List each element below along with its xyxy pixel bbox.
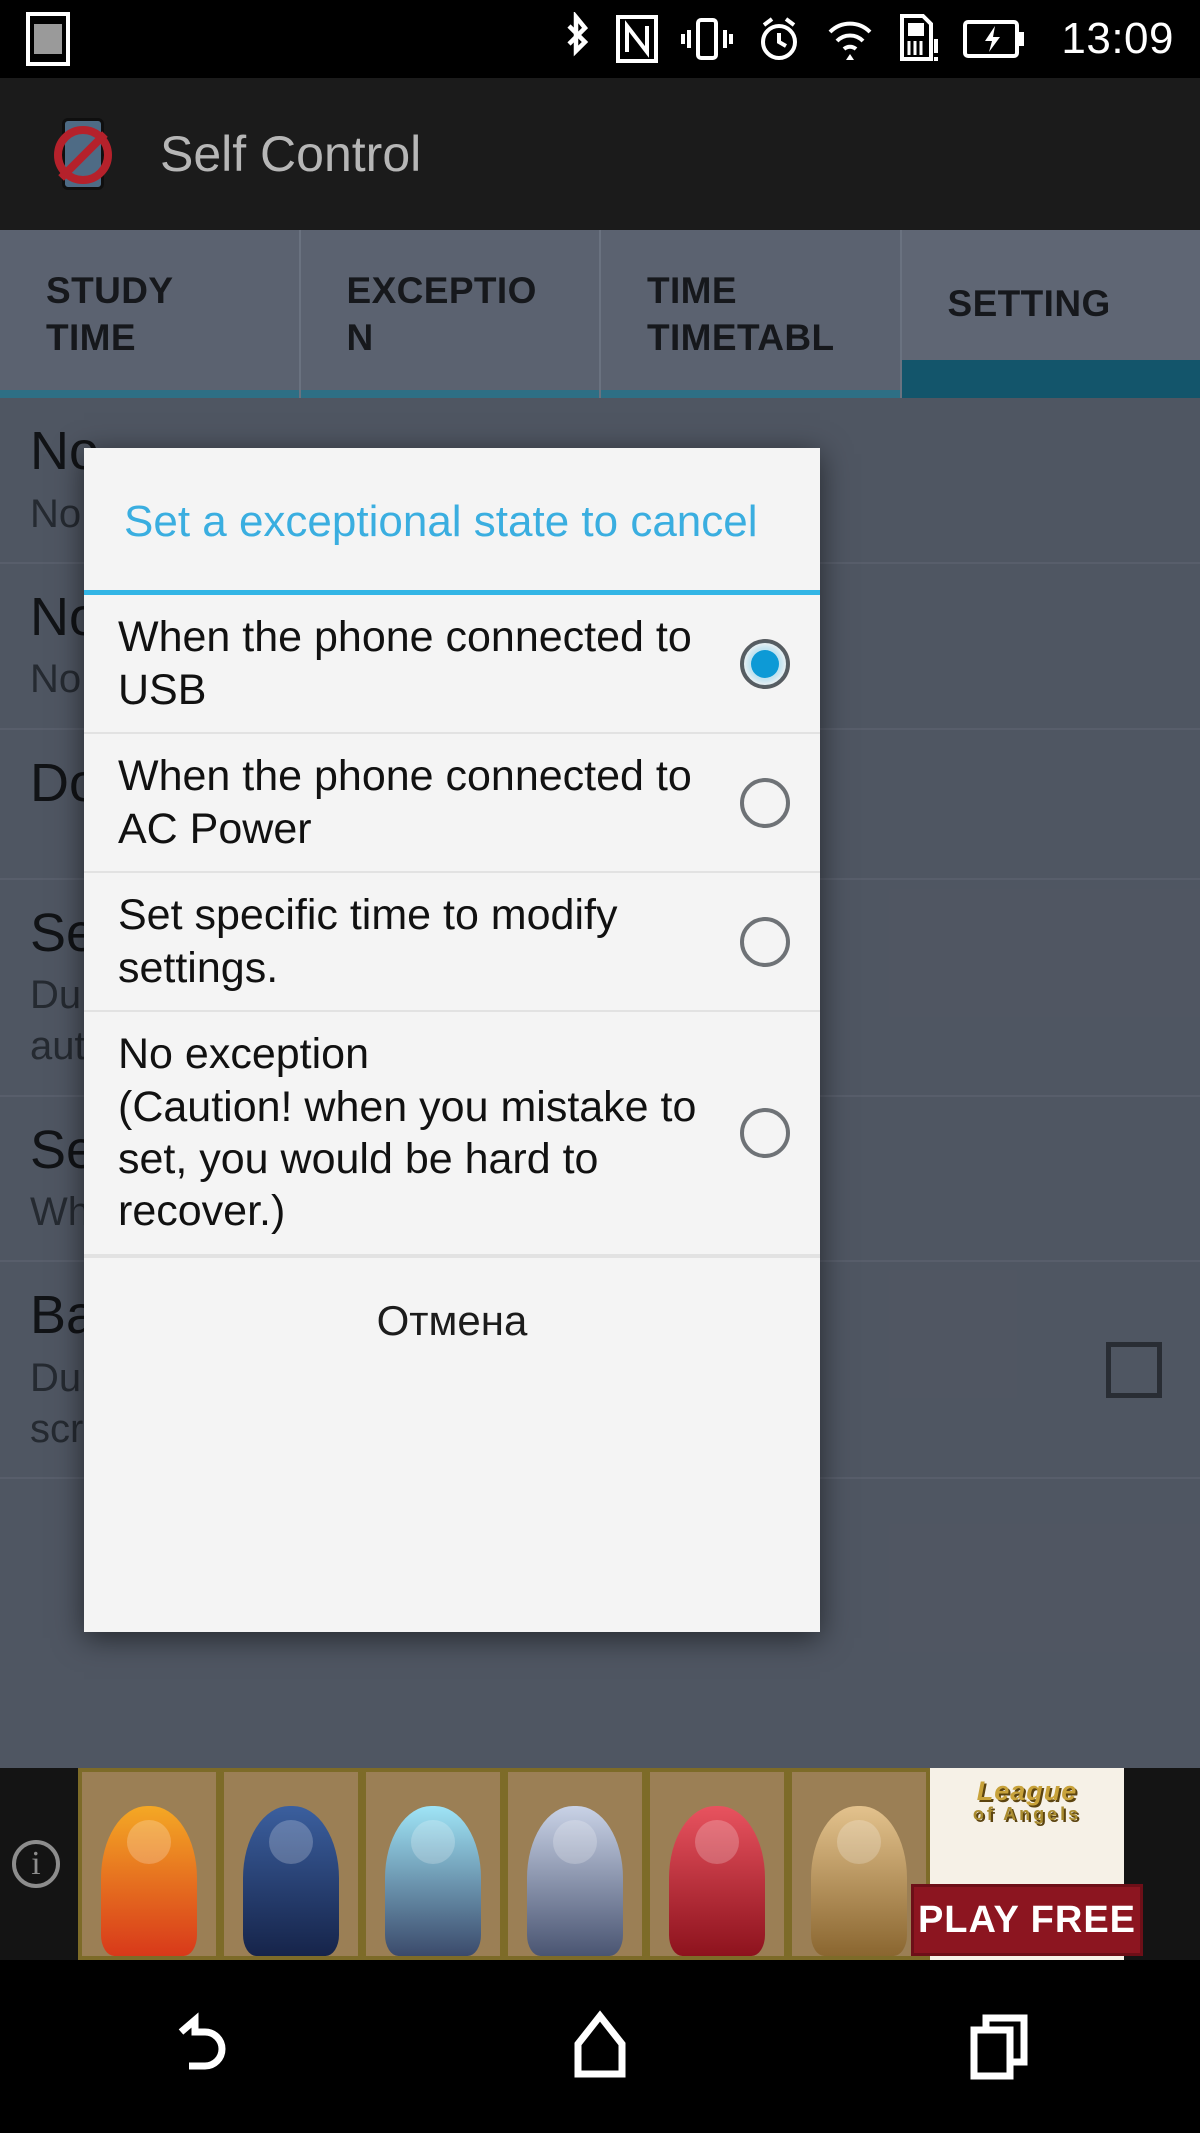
ad-content: League of Angels PLAY FREE [78,1768,1143,1960]
bluetooth-icon [559,12,593,66]
exception-state-dialog: Set a exceptional state to cancel When t… [84,448,820,1632]
radio-button-no-exception[interactable] [740,1108,790,1159]
tab-underline [0,390,299,398]
tab-time-timetable-label: TIME TIMETABL [647,269,835,358]
app-bar: Self Control [0,78,1200,230]
alarm-icon [755,14,803,64]
tab-exception[interactable]: EXCEPTIO N [300,230,601,398]
ad-hero-card [220,1768,362,1960]
tab-time-timetable[interactable]: TIME TIMETABL [601,230,902,398]
ad-brand-line2: of Angels [972,1804,1082,1824]
recents-button[interactable] [800,2010,1200,2084]
ad-banner[interactable]: i League of Angels PLAY FREE [0,1768,1200,1960]
radio-button-specific-time[interactable] [740,916,790,967]
tab-study-time[interactable]: STUDY TIME [0,230,301,398]
battery-charging-icon [963,17,1025,61]
dialog-option-specific-time[interactable]: Set specific time to modify settings. [84,873,820,1013]
dialog-option-label: No exception (Caution! when you mistake … [118,1030,697,1236]
dialog-option-no-exception[interactable]: No exception (Caution! when you mistake … [84,1012,820,1256]
ad-hero-card [78,1768,220,1960]
play-free-button[interactable]: PLAY FREE [911,1884,1143,1956]
dialog-option-usb[interactable]: When the phone connected to USB [84,595,820,735]
ad-brand-line1: League [976,1776,1078,1806]
ad-hero-card [504,1768,646,1960]
status-bar-icons: 13:09 [559,12,1200,66]
ad-brand-logo: League of Angels [972,1776,1082,1824]
tab-underline [300,390,599,398]
ad-hero-card [646,1768,788,1960]
back-button[interactable] [0,2011,400,2082]
dialog-option-ac-power[interactable]: When the phone connected to AC Power [84,734,820,874]
wifi-icon [825,14,875,64]
tab-study-time-label: STUDY TIME [46,269,174,358]
dialog-title: Set a exceptional state to cancel [124,497,758,546]
dialog-actions: Отмена [84,1255,820,1384]
dialog-options-list: When the phone connected to USB When the… [84,595,820,1256]
cancel-button[interactable]: Отмена [377,1297,528,1345]
blocked-phone-icon [48,116,118,192]
dialog-option-label: When the phone connected to USB [118,613,692,714]
screenshot-icon [26,12,70,66]
tab-setting[interactable]: SETTING [901,230,1200,398]
sim-alert-icon [897,13,941,65]
nfc-icon [615,14,659,64]
status-bar-left [26,12,70,66]
ad-hero-card [362,1768,504,1960]
radio-button-ac-power[interactable] [740,777,790,828]
tab-bar: STUDY TIME EXCEPTIO N TIME TIMETABL SETT… [0,230,1200,398]
radio-button-usb[interactable] [740,638,790,689]
tab-underline [601,390,900,398]
vibrate-icon [681,14,734,64]
tab-setting-label: SETTING [947,283,1111,325]
tab-exception-label: EXCEPTIO N [346,269,537,358]
dialog-option-label: When the phone connected to AC Power [118,752,692,853]
ad-hero-cards [78,1768,930,1960]
app-title: Self Control [160,126,422,182]
ad-info-icon[interactable]: i [12,1840,60,1888]
home-button[interactable] [400,2009,800,2084]
dialog-option-label: Set specific time to modify settings. [118,891,618,992]
status-bar: 13:09 [0,0,1200,78]
navigation-bar [0,1960,1200,2133]
ad-brand-area: League of Angels PLAY FREE [911,1768,1143,1960]
phone-screen: 13:09 Self Control STUDY TIME EXCEPTIO N… [0,0,1200,2133]
ad-hero-card [788,1768,930,1960]
status-bar-clock: 13:09 [1061,14,1174,63]
tab-underline-active [901,360,1200,398]
